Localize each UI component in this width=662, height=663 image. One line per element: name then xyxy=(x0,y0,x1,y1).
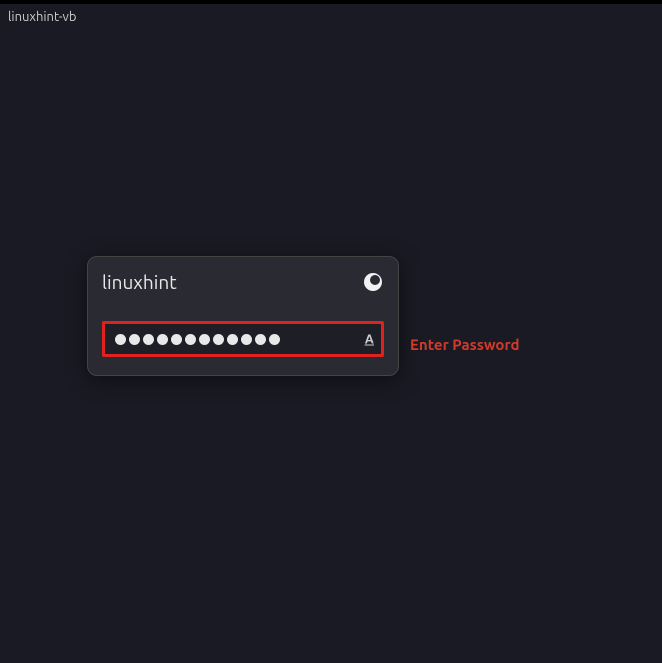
login-header: linuxhint xyxy=(102,271,384,293)
password-dot xyxy=(157,334,168,345)
hostname-label: linuxhint-vb xyxy=(8,10,76,24)
password-dot xyxy=(185,334,196,345)
password-dot xyxy=(213,334,224,345)
password-dot xyxy=(255,334,266,345)
password-dot xyxy=(143,334,154,345)
session-selector-icon[interactable] xyxy=(362,271,384,293)
password-dot xyxy=(129,334,140,345)
password-dot xyxy=(115,334,126,345)
password-row: A xyxy=(102,321,384,357)
password-dot xyxy=(199,334,210,345)
password-dot xyxy=(241,334,252,345)
annotation-enter-password: Enter Password xyxy=(410,336,520,353)
password-dot xyxy=(227,334,238,345)
username-label: linuxhint xyxy=(102,271,177,293)
password-input[interactable] xyxy=(102,321,384,357)
password-dot xyxy=(269,334,280,345)
login-card: linuxhint A xyxy=(87,256,399,376)
caps-lock-icon: A xyxy=(365,332,374,347)
password-dot xyxy=(171,334,182,345)
